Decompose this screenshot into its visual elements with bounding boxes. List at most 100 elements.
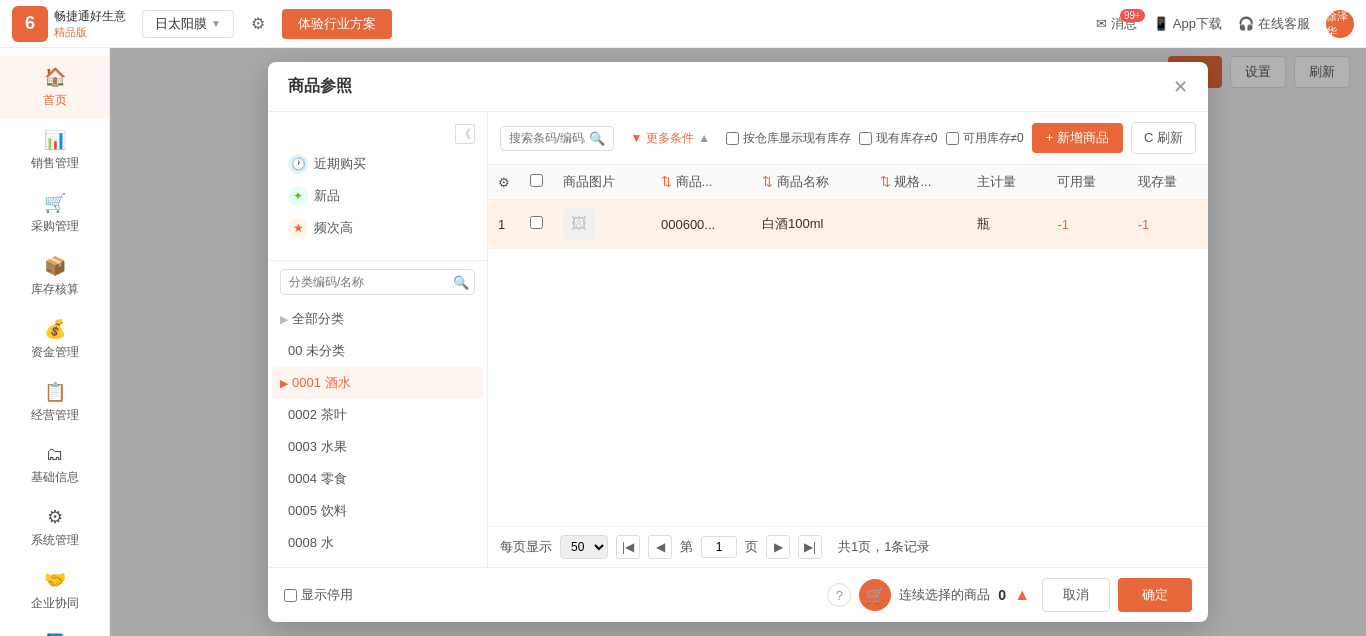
headset-icon: 🎧 <box>1238 16 1254 31</box>
branch-selector[interactable]: 日太阳膜 ▼ <box>142 10 234 38</box>
cart-icon: 🛒 <box>859 579 891 611</box>
cell-checkbox[interactable] <box>520 200 553 249</box>
checkbox-by-warehouse[interactable]: 按仓库显示现有库存 <box>726 130 851 147</box>
first-page-button[interactable]: |◀ <box>616 535 640 559</box>
user-profile[interactable]: 徐泽华 <box>1326 10 1354 38</box>
main-layout: 🏠 首页 📊 销售管理 🛒 采购管理 📦 库存核算 💰 资金管理 📋 经营管理 … <box>0 48 1366 636</box>
product-search-input[interactable] <box>509 131 585 145</box>
row-checkbox[interactable] <box>530 216 543 229</box>
category-search-wrap: 🔍 <box>268 269 487 295</box>
category-item-0001[interactable]: ▶ 0001 酒水 <box>272 367 483 399</box>
top-navigation: 6 畅捷通好生意 精品版 日太阳膜 ▼ ⚙ 体验行业方案 ✉ 消息 99+ 📱 … <box>0 0 1366 48</box>
phone-icon: 📱 <box>1153 16 1169 31</box>
avatar: 徐泽华 <box>1326 10 1354 38</box>
page-label: 第 <box>680 538 693 556</box>
next-page-button[interactable]: ▶ <box>766 535 790 559</box>
page-input[interactable] <box>701 536 737 558</box>
sidebar-item-finance[interactable]: 💰 资金管理 <box>0 308 109 371</box>
online-service-nav-item[interactable]: 🎧 在线客服 <box>1238 15 1310 33</box>
app-download-nav-item[interactable]: 📱 App下载 <box>1153 15 1222 33</box>
footer-actions: 取消 确定 <box>1042 578 1192 612</box>
trial-button[interactable]: 体验行业方案 <box>282 9 392 39</box>
more-filter-button[interactable]: ▼ 更多条件 ▲ <box>622 126 718 151</box>
divider <box>268 260 487 261</box>
category-search-input[interactable] <box>280 269 475 295</box>
col-spec[interactable]: ⇅ 规格... <box>870 165 967 200</box>
cart-count: 0 <box>998 587 1006 603</box>
page-size-select[interactable]: 50 <box>560 535 608 559</box>
col-settings[interactable]: ⚙ <box>488 165 520 200</box>
purchase-icon: 🛒 <box>44 192 66 214</box>
sidebar-item-system[interactable]: ⚙ 系统管理 <box>0 496 109 559</box>
checkbox-input-stock[interactable] <box>859 132 872 145</box>
sidebar-item-purchase[interactable]: 🛒 采购管理 <box>0 182 109 245</box>
col-checkbox[interactable] <box>520 165 553 200</box>
sales-icon: 📊 <box>44 129 66 151</box>
checkbox-stock-nonzero[interactable]: 现有库存≠0 <box>859 130 937 147</box>
last-page-button[interactable]: ▶| <box>798 535 822 559</box>
show-disabled-checkbox[interactable]: 显示停用 <box>284 586 353 604</box>
col-name[interactable]: ⇅ 商品名称 <box>752 165 870 200</box>
nav-right: ✉ 消息 99+ 📱 App下载 🎧 在线客服 徐泽华 <box>1096 10 1354 38</box>
help-icon[interactable]: ? <box>827 583 851 607</box>
sidebar-item-label: 首页 <box>43 92 67 109</box>
refresh-list-button[interactable]: C 刷新 <box>1131 122 1196 154</box>
show-disabled-input[interactable] <box>284 589 297 602</box>
modal-body: 《 🕐 近期购买 ✦ 新品 ★ 频次高 <box>268 112 1208 567</box>
search-icon: 🔍 <box>453 275 469 290</box>
sidebar-item-home[interactable]: 🏠 首页 <box>0 56 109 119</box>
category-item-0008[interactable]: 0008 水 <box>272 527 483 555</box>
checkbox-input-available[interactable] <box>946 132 959 145</box>
category-item-0005[interactable]: 0005 饮料 <box>272 495 483 527</box>
messages-nav-item[interactable]: ✉ 消息 99+ <box>1096 15 1137 33</box>
quick-item-new[interactable]: ✦ 新品 <box>280 180 475 212</box>
category-item-0004[interactable]: 0004 零食 <box>272 463 483 495</box>
category-item-all[interactable]: ▶ 全部分类 <box>272 303 483 335</box>
quick-item-recent[interactable]: 🕐 近期购买 <box>280 148 475 180</box>
product-search-bar[interactable]: 🔍 <box>500 126 614 151</box>
content-area: 查询 设置 刷新 商品参照 ✕ 《 <box>110 48 1366 636</box>
add-product-button[interactable]: + 新增商品 <box>1032 123 1123 153</box>
checkbox-input-warehouse[interactable] <box>726 132 739 145</box>
right-panel: 🔍 ▼ 更多条件 ▲ 按仓库显示现有库存 <box>488 112 1208 567</box>
new-icon: ✦ <box>288 186 308 206</box>
sidebar-item-guide[interactable]: 📘 新手引导 <box>0 622 109 636</box>
quick-item-frequent[interactable]: ★ 频次高 <box>280 212 475 244</box>
sidebar-item-operations[interactable]: 📋 经营管理 <box>0 371 109 434</box>
collapse-button[interactable]: 《 <box>455 124 475 144</box>
cancel-button[interactable]: 取消 <box>1042 578 1110 612</box>
sort-icon: ⇅ <box>762 174 773 189</box>
settings-icon[interactable]: ⚙ <box>242 8 274 40</box>
chevron-down-icon: ▼ <box>211 18 221 29</box>
col-code[interactable]: ⇅ 商品... <box>651 165 752 200</box>
sidebar-item-sales[interactable]: 📊 销售管理 <box>0 119 109 182</box>
fold-button[interactable]: ▲ <box>1014 586 1030 604</box>
category-item-0002[interactable]: 0002 茶叶 <box>272 399 483 431</box>
close-icon[interactable]: ✕ <box>1173 78 1188 96</box>
frequent-icon: ★ <box>288 218 308 238</box>
operations-icon: 📋 <box>44 381 66 403</box>
inventory-icon: 📦 <box>44 255 66 277</box>
sidebar-item-label: 经营管理 <box>31 407 79 424</box>
sidebar-item-label: 资金管理 <box>31 344 79 361</box>
col-image: 商品图片 <box>553 165 651 200</box>
sidebar-item-inventory[interactable]: 📦 库存核算 <box>0 245 109 308</box>
sidebar-item-corp[interactable]: 🤝 企业协同 <box>0 559 109 622</box>
confirm-button[interactable]: 确定 <box>1118 578 1192 612</box>
table-row[interactable]: 1 🖼 000600... 白酒100ml <box>488 200 1208 249</box>
message-icon: ✉ <box>1096 16 1107 31</box>
sidebar-item-label: 库存核算 <box>31 281 79 298</box>
select-all-checkbox[interactable] <box>530 174 543 187</box>
prev-page-button[interactable]: ◀ <box>648 535 672 559</box>
system-icon: ⚙ <box>47 506 63 528</box>
page-size-label: 每页显示 <box>500 538 552 556</box>
cell-name: 白酒100ml <box>752 200 870 249</box>
gear-icon: ⚙ <box>498 175 510 190</box>
sidebar-item-basic-info[interactable]: 🗂 基础信息 <box>0 434 109 496</box>
checkbox-available-nonzero[interactable]: 可用库存≠0 <box>946 130 1024 147</box>
cell-unit: 瓶 <box>967 200 1047 249</box>
category-item-0003[interactable]: 0003 水果 <box>272 431 483 463</box>
product-reference-modal: 商品参照 ✕ 《 🕐 近期购买 ✦ <box>268 62 1208 622</box>
table-body: 1 🖼 000600... 白酒100ml <box>488 200 1208 249</box>
category-item-00[interactable]: 00 未分类 <box>272 335 483 367</box>
